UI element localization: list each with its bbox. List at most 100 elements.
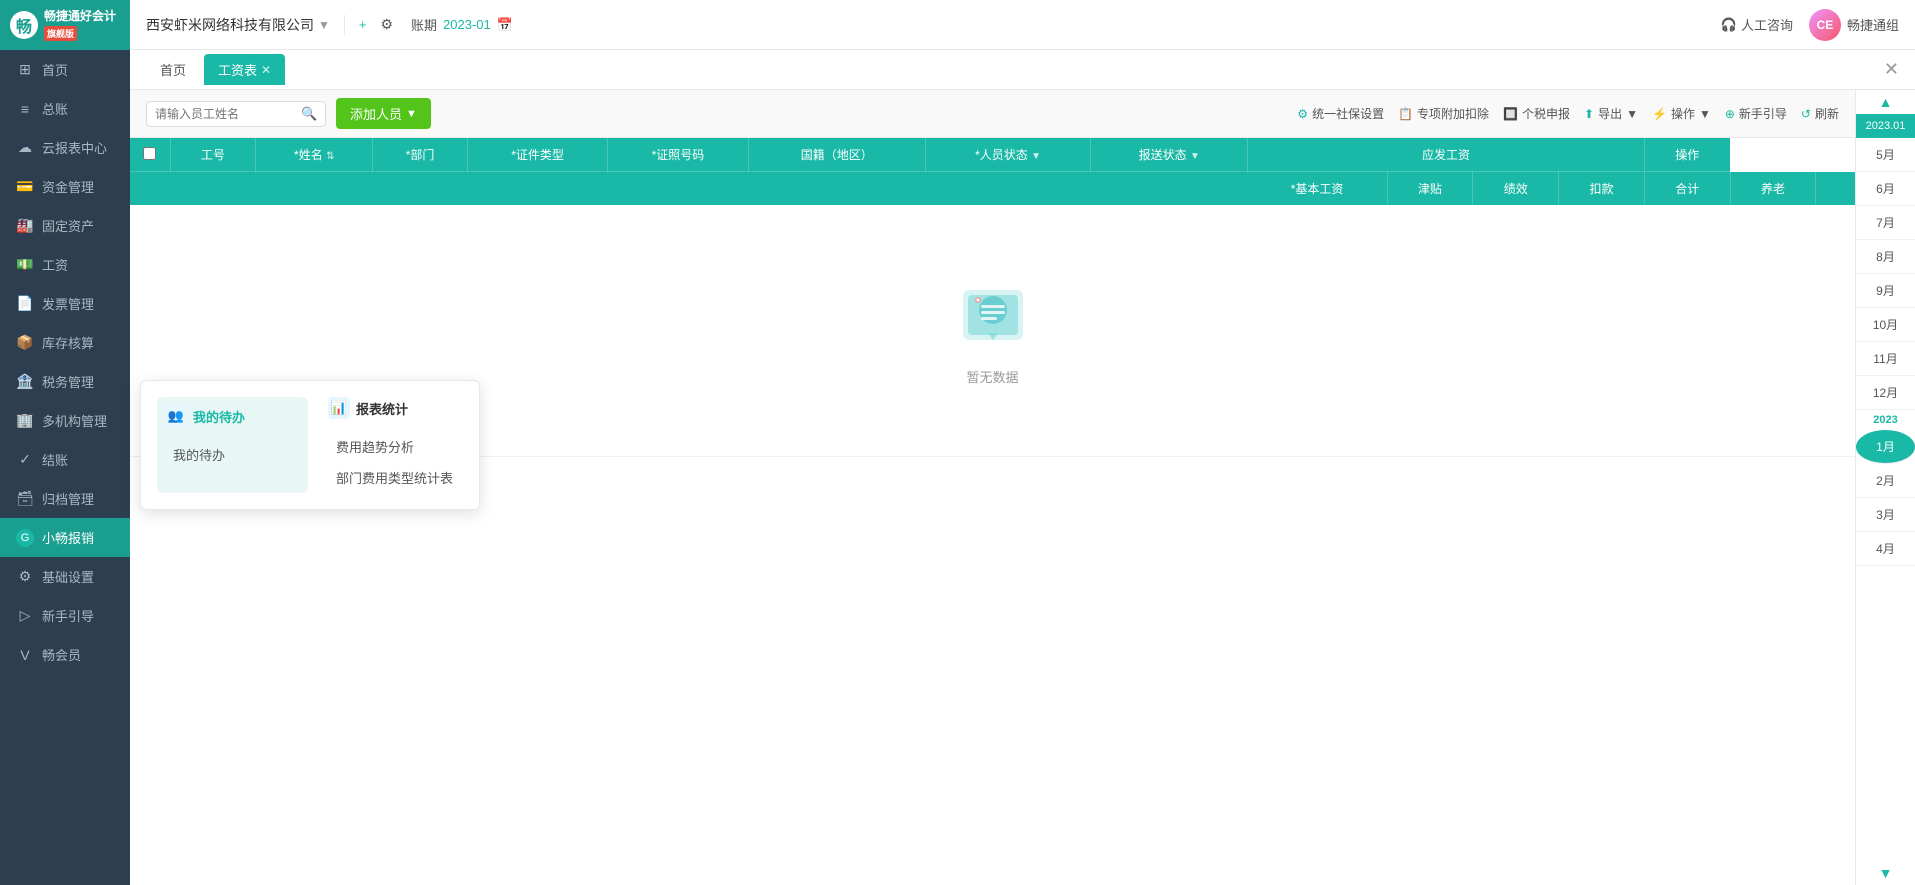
sidebar-item-label: 发票管理 [42,294,94,313]
select-all-checkbox[interactable] [143,147,156,160]
company-name[interactable]: 西安虾米网络科技有限公司 ▼ [146,15,330,35]
sidebar-item-guide[interactable]: ▷ 新手引导 [0,596,130,635]
sidebar-item-invoice[interactable]: 📄 发票管理 [0,284,130,323]
sidebar-item-label: 多机构管理 [42,411,107,430]
panel-down-arrow[interactable]: ▼ [1856,861,1915,885]
popup-item-dept-expense[interactable]: 部门费用类型统计表 [328,462,463,493]
status-filter-icon[interactable]: ▼ [1031,151,1041,162]
sidebar-item-multi[interactable]: 🏢 多机构管理 [0,401,130,440]
home-icon: ⊞ [16,61,34,78]
month-8[interactable]: 8月 [1856,240,1915,274]
sidebar-item-funds[interactable]: 💳 资金管理 [0,167,130,206]
sidebar-item-payroll[interactable]: 💵 工资 [0,245,130,284]
th-pension: 养老 [1730,172,1816,206]
month-3-2023[interactable]: 3月 [1856,498,1915,532]
popup-section: 👥 我的待办 我的待办 📊 报表统计 费用趋势分析 部门费用类型统计表 [157,397,463,493]
sidebar-item-reports[interactable]: ☁ 云报表中心 [0,128,130,167]
month-6[interactable]: 6月 [1856,172,1915,206]
refresh-icon: ↺ [1801,107,1811,121]
settings-btn[interactable]: ⚙ [380,16,393,33]
logo-icon: 畅 [10,11,38,39]
add-company-btn[interactable]: + [359,17,367,32]
sidebar-item-label: 总账 [42,99,68,118]
tab-close-icon[interactable]: ✕ [261,63,271,77]
month-12[interactable]: 12月 [1856,376,1915,410]
logo-sub: 旗舰版 [44,26,77,41]
month-10[interactable]: 10月 [1856,308,1915,342]
close-accounts-icon: ✓ [16,451,34,468]
th-cert-no: *证照号码 [608,138,748,172]
company-dropdown-icon[interactable]: ▼ [318,18,330,32]
sidebar-item-label: 工资 [42,255,68,274]
popup-item-expense-trend[interactable]: 费用趋势分析 [328,431,463,462]
export-btn[interactable]: ⬆ 导出 ▼ [1584,105,1638,122]
tax-declare-btn[interactable]: 🔲 个税申报 [1503,105,1570,122]
sidebar-item-label: 归档管理 [42,489,94,508]
search-icon: 🔍 [301,106,317,122]
top-header: 西安虾米网络科技有限公司 ▼ + ⚙ 账期 2023-01 📅 🎧 人工咨询 C… [130,0,1915,50]
empty-illustration [943,275,1043,355]
report-filter-icon[interactable]: ▼ [1190,151,1200,162]
popup-col-reports: 📊 报表统计 费用趋势分析 部门费用类型统计表 [328,397,463,493]
sidebar-item-inventory[interactable]: 📦 库存核算 [0,323,130,362]
panel-header: 2023.01 [1856,114,1915,138]
month-11[interactable]: 11月 [1856,342,1915,376]
sidebar-item-label: 税务管理 [42,372,94,391]
th-checkbox[interactable] [130,138,170,172]
special-deduct-btn[interactable]: 📋 专项附加扣除 [1398,105,1489,122]
operation-dropdown-icon: ▼ [1699,107,1711,121]
search-wrap: 🔍 [146,101,326,127]
funds-icon: 💳 [16,178,34,195]
month-4-2023[interactable]: 4月 [1856,532,1915,566]
search-input[interactable] [155,107,295,121]
sidebar-item-settings[interactable]: ⚙ 基础设置 [0,557,130,596]
panel-up-arrow[interactable]: ▲ [1856,90,1915,114]
sidebar-item-label: 固定资产 [42,216,94,235]
sidebar-item-label: 首页 [42,60,68,79]
sidebar-item-home[interactable]: ⊞ 首页 [0,50,130,89]
month-7[interactable]: 7月 [1856,206,1915,240]
month-9[interactable]: 9月 [1856,274,1915,308]
popup-item-my-todo[interactable]: 我的待办 [165,439,300,470]
app-logo: 畅 畅捷通好会计 旗舰版 [0,0,130,50]
th-deduct: 扣款 [1559,172,1645,206]
multi-icon: 🏢 [16,412,34,429]
tab-payroll-table[interactable]: 工资表 ✕ [204,54,285,85]
unified-social-btn[interactable]: ⚙ 统一社保设置 [1297,105,1384,122]
refresh-btn[interactable]: ↺ 刷新 [1801,105,1839,122]
sidebar-item-close[interactable]: ✓ 结账 [0,440,130,479]
sort-icon[interactable]: ⇅ [326,151,334,162]
sidebar-item-archive[interactable]: 🗃 归档管理 [0,479,130,518]
tax-icon: 🏦 [16,373,34,390]
operation-btn[interactable]: ⚡ 操作 ▼ [1652,105,1711,122]
calendar-icon[interactable]: 📅 [497,17,513,33]
sidebar-item-label: 资金管理 [42,177,94,196]
settings-icon: ⚙ [16,568,34,585]
tab-home[interactable]: 首页 [146,54,200,85]
month-2-2023[interactable]: 2月 [1856,464,1915,498]
sidebar-item-xiaochang[interactable]: G 小畅报销 [0,518,130,557]
th-payable-wages: 应发工资 [1248,138,1645,172]
logo-title: 畅捷通好会计 [44,9,116,23]
new-guide-btn[interactable]: ⊕ 新手引导 [1725,105,1787,122]
export-dropdown-icon: ▼ [1626,107,1638,121]
close-right-btn[interactable]: ✕ [1884,59,1899,80]
sidebar-item-assets[interactable]: 🏭 固定资产 [0,206,130,245]
th-nationality: 国籍（地区） [748,138,925,172]
th-dept: *部门 [373,138,468,172]
user-info[interactable]: CE 畅捷通组 [1809,9,1899,41]
header-actions: 🎧 人工咨询 CE 畅捷通组 [1721,9,1899,41]
sidebar-item-member[interactable]: V 畅会员 [0,635,130,674]
consult-btn[interactable]: 🎧 人工咨询 [1721,15,1793,34]
month-5[interactable]: 5月 [1856,138,1915,172]
month-1-2023[interactable]: 1月 [1856,430,1915,464]
add-person-button[interactable]: 添加人员 ▼ [336,98,431,129]
sidebar-item-ledger[interactable]: ≡ 总账 [0,89,130,128]
payroll-icon: 💵 [16,256,34,273]
inventory-icon: 📦 [16,334,34,351]
th-name: *姓名 ⇅ [256,138,373,172]
headset-icon: 🎧 [1721,17,1737,33]
new-guide-icon: ⊕ [1725,107,1735,121]
sidebar-item-tax[interactable]: 🏦 税务管理 [0,362,130,401]
th-bonus: 绩效 [1473,172,1559,206]
